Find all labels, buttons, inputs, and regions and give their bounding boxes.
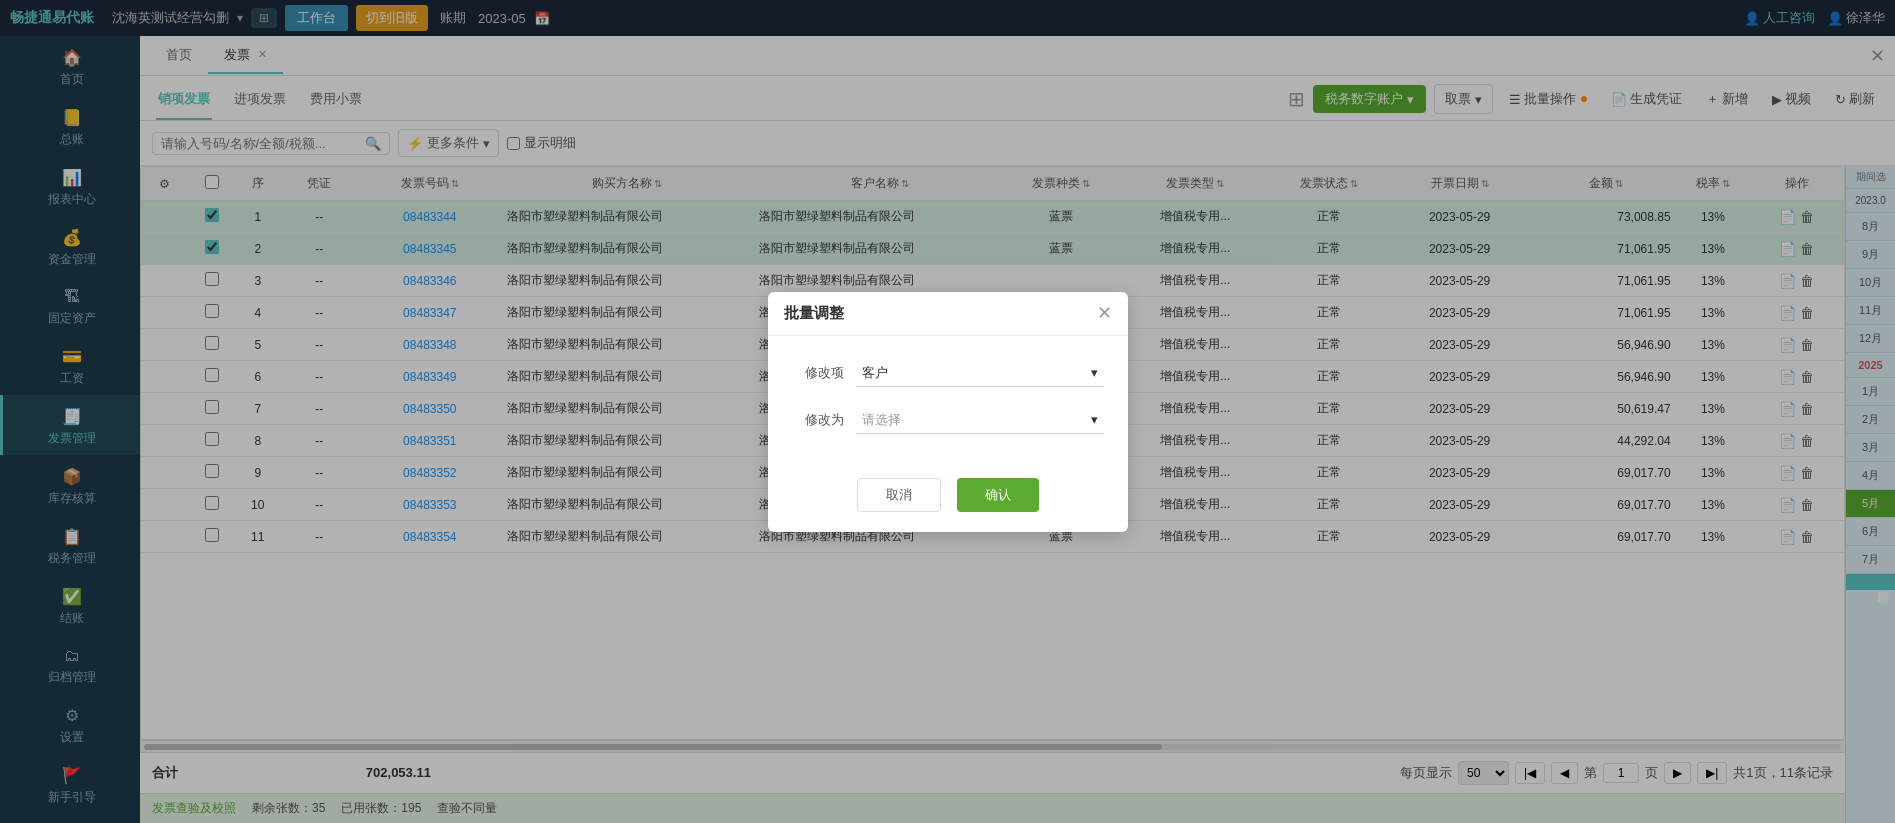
modify-field-label: 修改项: [792, 364, 844, 382]
modal-confirm-btn[interactable]: 确认: [957, 478, 1039, 512]
modify-to-label: 修改为: [792, 411, 844, 429]
batch-adjust-modal: 批量调整 ✕ 修改项 客户 ▾ 修改为 请选择 ▾ 取消 确认: [768, 292, 1128, 532]
modal-footer: 取消 确认: [768, 470, 1128, 532]
modify-to-arrow: ▾: [1091, 412, 1098, 427]
modal-close-btn[interactable]: ✕: [1097, 304, 1112, 322]
modify-to-row: 修改为 请选择 ▾: [792, 407, 1104, 434]
modify-to-select[interactable]: 请选择 ▾: [856, 407, 1104, 434]
modify-field-row: 修改项 客户 ▾: [792, 360, 1104, 387]
modal-title: 批量调整: [784, 304, 844, 323]
modal-overlay: 批量调整 ✕ 修改项 客户 ▾ 修改为 请选择 ▾ 取消 确认: [0, 0, 1895, 823]
modify-to-placeholder: 请选择: [862, 411, 901, 429]
modal-header: 批量调整 ✕: [768, 292, 1128, 336]
modify-field-arrow: ▾: [1091, 365, 1098, 380]
modify-field-value: 客户: [862, 364, 888, 382]
modal-body: 修改项 客户 ▾ 修改为 请选择 ▾: [768, 336, 1128, 470]
modify-field-select[interactable]: 客户 ▾: [856, 360, 1104, 387]
modal-cancel-btn[interactable]: 取消: [857, 478, 941, 512]
